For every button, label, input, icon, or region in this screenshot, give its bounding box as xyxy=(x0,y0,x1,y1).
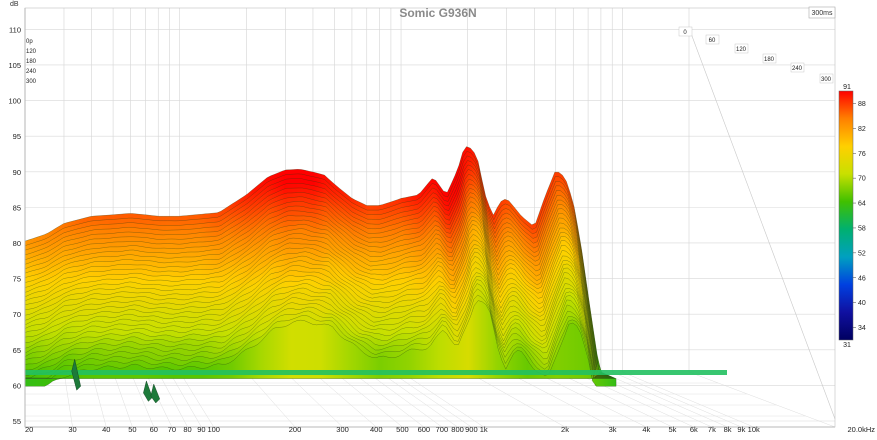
colorbar-bottom-label: 31 xyxy=(843,342,851,349)
time-label-left: 0p xyxy=(26,39,33,45)
colorbar-tick-label: 52 xyxy=(858,250,866,257)
time-label-right: 180 xyxy=(764,57,775,63)
lf-decay-spike xyxy=(150,383,160,404)
colorbar-tick-label: 58 xyxy=(858,225,866,232)
y-tick-label: 95 xyxy=(13,132,21,141)
x-tick-label: 80 xyxy=(183,425,191,434)
grid-side-edge xyxy=(688,27,836,420)
colorbar: 91 31 88 82 76 70 64 58 52 46 40 34 xyxy=(838,84,866,349)
y-tick-label: 65 xyxy=(13,346,21,355)
colorbar-tick-label: 40 xyxy=(858,300,866,307)
time-label-left: 300 xyxy=(26,79,37,85)
x-tick-label: 800 xyxy=(451,425,464,434)
grid-floor-line xyxy=(534,371,647,428)
x-tick-label: 50 xyxy=(128,425,136,434)
y-tick-label: 105 xyxy=(8,61,21,70)
grid-floor-line xyxy=(63,371,73,428)
time-label-left: 180 xyxy=(26,59,37,65)
y-tick-label: 100 xyxy=(8,97,21,106)
grid-floor-line xyxy=(285,371,343,428)
y-tick-label: 80 xyxy=(13,239,21,248)
grid-floor-line xyxy=(379,371,458,428)
colorbar-tick-label: 46 xyxy=(858,275,866,282)
grid-floor-line xyxy=(688,371,836,428)
colorbar-tick-label: 82 xyxy=(858,126,866,133)
x-tick-label: 30 xyxy=(68,425,76,434)
y-tick-label: 55 xyxy=(13,417,21,426)
time-label-left: 120 xyxy=(26,49,37,55)
x-tick-label: 300 xyxy=(336,425,349,434)
time-label-right: 240 xyxy=(792,66,803,72)
time-label-right: 300 xyxy=(821,77,832,83)
grid-floor-line xyxy=(612,371,742,428)
colorbar-gradient xyxy=(838,90,854,341)
x-tick-label: 7k xyxy=(708,425,716,434)
x-tick-label: 8k xyxy=(724,425,732,434)
x-tick-label: 3k xyxy=(609,425,617,434)
x-tick-label: 1k xyxy=(480,425,488,434)
y-tick-label: 85 xyxy=(13,203,21,212)
x-tick-label: 5k xyxy=(668,425,676,434)
x-tick-label: 2k xyxy=(561,425,569,434)
y-unit-label: dB xyxy=(10,1,19,8)
x-tick-label: 70 xyxy=(168,425,176,434)
y-tick-label: 90 xyxy=(13,168,21,177)
waterfall-surface xyxy=(24,146,727,404)
colorbar-tick-label: 88 xyxy=(858,101,866,108)
grid-floor-line xyxy=(112,371,133,428)
grid-floor-line xyxy=(600,371,728,428)
x-tick-label: 700 xyxy=(436,425,449,434)
y-tick-label: 70 xyxy=(13,310,21,319)
grid-floor-line xyxy=(622,371,754,428)
grid-floor-line xyxy=(366,371,443,428)
grid-floor-line xyxy=(467,371,566,428)
x-tick-label: 9k xyxy=(737,425,745,434)
x-tick-label: 4k xyxy=(642,425,650,434)
grid-floor-line xyxy=(158,371,188,428)
grid-floor-line xyxy=(390,371,472,428)
x-tick-label: 400 xyxy=(370,425,383,434)
grid-floor-line xyxy=(573,371,694,428)
x-tick-label: 20 xyxy=(25,425,33,434)
colorbar-tick-label: 34 xyxy=(858,325,866,332)
time-label-right: 60 xyxy=(709,38,716,44)
colorbar-tick-label: 76 xyxy=(858,151,866,158)
x-tick-label: 90 xyxy=(197,425,205,434)
x-tick-label: 100 xyxy=(207,425,220,434)
grid-floor-line xyxy=(246,371,296,428)
x-tick-label: 600 xyxy=(418,425,431,434)
colorbar-tick-label: 64 xyxy=(858,201,866,208)
x-tick-label: 60 xyxy=(150,425,158,434)
x-tick-label: 200 xyxy=(289,425,302,434)
colorbar-tick-label: 70 xyxy=(858,176,866,183)
surface-base-band xyxy=(25,370,727,375)
time-corner-box: 300ms xyxy=(808,6,836,19)
chart-svg: 110 105 100 95 90 85 80 75 70 65 60 55 20 30 40 50 60 70 8… xyxy=(8,1,875,434)
x-tick-label: 10k xyxy=(748,425,760,434)
x-tick-label: 900 xyxy=(465,425,478,434)
x-tick-label: 500 xyxy=(396,425,409,434)
y-tick-label: 75 xyxy=(13,275,21,284)
colorbar-top-label: 91 xyxy=(843,84,851,91)
time-corner-label: 300ms xyxy=(811,10,833,17)
x-tick-label: 20.0kHz xyxy=(847,425,875,434)
x-tick-label: 40 xyxy=(102,425,110,434)
time-label-right: 120 xyxy=(736,47,747,53)
y-tick-label: 110 xyxy=(9,25,21,34)
chart-title: Somic G936N xyxy=(399,6,476,20)
grid-floor-line xyxy=(91,371,107,428)
time-label-left: 240 xyxy=(26,69,37,75)
waterfall-chart: 110 105 100 95 90 85 80 75 70 65 60 55 20 30 40 50 60 70 8… xyxy=(0,0,877,435)
x-tick-label: 6k xyxy=(690,425,698,434)
y-tick-label: 60 xyxy=(13,381,21,390)
